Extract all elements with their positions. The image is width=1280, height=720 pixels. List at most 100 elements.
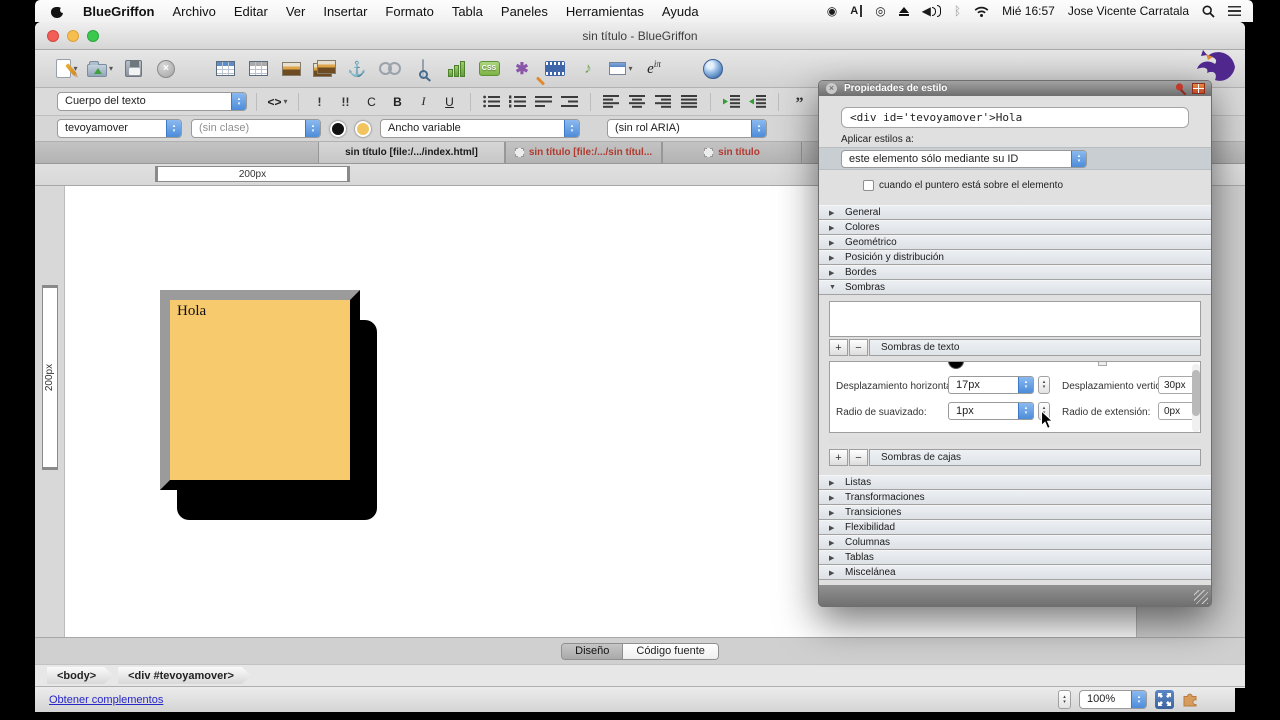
panel-close-button[interactable]: × xyxy=(826,83,837,94)
spotlight-icon[interactable] xyxy=(1202,4,1215,18)
tab-document-3[interactable]: sin título xyxy=(662,142,802,163)
section-flexibilidad[interactable]: ▶ Flexibilidad xyxy=(819,520,1211,535)
width-measure[interactable]: 200px xyxy=(155,166,350,182)
section-tablas[interactable]: ▶ Tablas xyxy=(819,550,1211,565)
hover-checkbox[interactable] xyxy=(863,180,874,191)
blur-radius-select[interactable]: 1px ▴ ▾ xyxy=(948,402,1034,420)
insert-link-button[interactable] xyxy=(376,53,404,85)
stop-button[interactable]: × xyxy=(152,53,180,85)
statistics-button[interactable] xyxy=(442,53,470,85)
add-text-shadow-button[interactable]: + xyxy=(829,339,848,356)
open-file-button[interactable]: ▾ xyxy=(86,53,114,85)
breadcrumb-div-tevoyamover[interactable]: <div #tevoyamover> xyxy=(118,667,251,684)
ordered-list-button[interactable] xyxy=(506,91,529,113)
section-general[interactable]: ▶ General xyxy=(819,205,1211,220)
align-left-button[interactable] xyxy=(600,91,623,113)
creative-cloud-icon[interactable]: ◎ xyxy=(875,4,885,18)
addons-manager-button[interactable] xyxy=(1182,690,1201,710)
section-geometrico[interactable]: ▶ Geométrico xyxy=(819,235,1211,250)
inset-checkbox[interactable] xyxy=(1098,362,1107,366)
box-shadows-header[interactable]: Sombras de cajas xyxy=(869,449,1201,466)
panel-header[interactable]: × Propiedades de estilo xyxy=(819,81,1211,96)
section-colores[interactable]: ▶ Colores xyxy=(819,220,1211,235)
menubar-clock[interactable]: Mié 16:57 xyxy=(1002,4,1055,18)
section-sombras[interactable]: ▼ Sombras xyxy=(819,280,1211,295)
add-box-shadow-button[interactable]: + xyxy=(829,449,848,466)
section-listas[interactable]: ▶ Listas xyxy=(819,475,1211,490)
insert-image-button[interactable] xyxy=(277,53,305,85)
shadow-color-swatch[interactable] xyxy=(948,362,964,369)
screen-record-icon[interactable]: ◉ xyxy=(827,4,837,18)
horizontal-offset-select[interactable]: 17px ▴ ▾ xyxy=(948,376,1034,394)
markers-button[interactable]: ✱ xyxy=(508,53,546,86)
design-view-button[interactable]: Diseño xyxy=(562,643,624,659)
element-id-select[interactable]: tevoyamover ▴ ▾ xyxy=(57,119,182,138)
source-view-button[interactable]: Código fuente xyxy=(623,643,718,659)
preview-browser-button[interactable] xyxy=(699,53,727,85)
menu-insertar[interactable]: Insertar xyxy=(314,4,376,19)
shadow-list[interactable] xyxy=(829,301,1201,337)
breadcrumb-body[interactable]: <body> xyxy=(47,667,113,684)
close-window-button[interactable] xyxy=(47,30,59,42)
section-columnas[interactable]: ▶ Columnas xyxy=(819,535,1211,550)
fullscreen-button[interactable] xyxy=(1155,690,1174,709)
insert-audio-button[interactable]: ♪ xyxy=(574,53,602,85)
table-properties-button[interactable] xyxy=(244,53,272,85)
background-color-swatch[interactable] xyxy=(355,120,371,137)
text-color-swatch[interactable] xyxy=(330,120,346,137)
menu-formato[interactable]: Formato xyxy=(376,4,442,19)
aria-role-select[interactable]: (sin rol ARIA) ▴ ▾ xyxy=(607,119,767,138)
section-miscelanea[interactable]: ▶ Miscelánea xyxy=(819,565,1211,580)
eject-icon[interactable] xyxy=(898,6,909,16)
tab-document-1[interactable]: sin título [file:/.../index.html] xyxy=(318,142,505,163)
cite-button[interactable]: C xyxy=(360,91,383,113)
align-center-button[interactable] xyxy=(626,91,649,113)
pin-icon[interactable] xyxy=(1174,82,1188,95)
bluetooth-icon[interactable]: ᛒ xyxy=(954,4,961,18)
width-mode-select[interactable]: Ancho variable ▴ ▾ xyxy=(380,119,580,138)
menubar-user[interactable]: Jose Vicente Carratala xyxy=(1068,4,1189,18)
apply-target-select[interactable]: este elemento sólo mediante su ID ▴ ▾ xyxy=(841,149,1087,168)
horizontal-offset-stepper[interactable]: ▴ ▾ xyxy=(1038,376,1050,394)
wifi-icon[interactable] xyxy=(974,6,989,17)
menu-paneles[interactable]: Paneles xyxy=(492,4,557,19)
emphasis-button[interactable]: ! xyxy=(308,91,331,113)
indent-less-button[interactable] xyxy=(746,91,769,113)
notification-center-icon[interactable] xyxy=(1228,6,1241,16)
menu-tabla[interactable]: Tabla xyxy=(443,4,492,19)
menu-archivo[interactable]: Archivo xyxy=(164,4,225,19)
code-markup-button[interactable]: <> ▾ xyxy=(266,91,289,113)
strong-button[interactable]: !! xyxy=(334,91,357,113)
input-source-icon[interactable]: A xyxy=(850,5,863,17)
align-right-button[interactable] xyxy=(652,91,675,113)
menu-herramientas[interactable]: Herramientas xyxy=(557,4,653,19)
indent-list-button[interactable] xyxy=(558,91,581,113)
volume-icon[interactable]: ◀ xyxy=(922,4,941,18)
menu-editar[interactable]: Editar xyxy=(225,4,277,19)
window-titlebar[interactable]: sin título - BlueGriffon xyxy=(35,22,1245,50)
vertical-offset-field[interactable]: 30px xyxy=(1158,376,1196,394)
apple-menu-icon[interactable] xyxy=(51,4,66,19)
height-measure[interactable]: 200px xyxy=(42,285,58,470)
shadow-editor-vscrollbar[interactable] xyxy=(1192,364,1200,432)
save-button[interactable] xyxy=(119,53,147,85)
insert-video-button[interactable] xyxy=(541,53,569,85)
remove-box-shadow-button[interactable]: − xyxy=(849,449,868,466)
section-transiciones[interactable]: ▶ Transiciones xyxy=(819,505,1211,520)
unordered-list-button[interactable] xyxy=(480,91,503,113)
outdent-list-button[interactable] xyxy=(532,91,555,113)
minimize-window-button[interactable] xyxy=(67,30,79,42)
insert-anchor-button[interactable]: ⚓ xyxy=(343,53,371,85)
blockquote-button[interactable]: ” xyxy=(788,93,811,115)
menu-ver[interactable]: Ver xyxy=(277,4,315,19)
menu-ayuda[interactable]: Ayuda xyxy=(653,4,708,19)
new-document-button[interactable]: ▾ xyxy=(53,53,81,85)
italic-button[interactable]: I xyxy=(412,91,435,113)
find-button[interactable] xyxy=(409,53,437,85)
indent-more-button[interactable] xyxy=(720,91,743,113)
bold-button[interactable]: B xyxy=(386,91,409,113)
insert-frame-button[interactable]: ▾ xyxy=(607,53,635,85)
section-bordes[interactable]: ▶ Bordes xyxy=(819,265,1211,280)
element-class-select[interactable]: (sin clase) ▴ ▾ xyxy=(191,119,321,138)
remove-text-shadow-button[interactable]: − xyxy=(849,339,868,356)
